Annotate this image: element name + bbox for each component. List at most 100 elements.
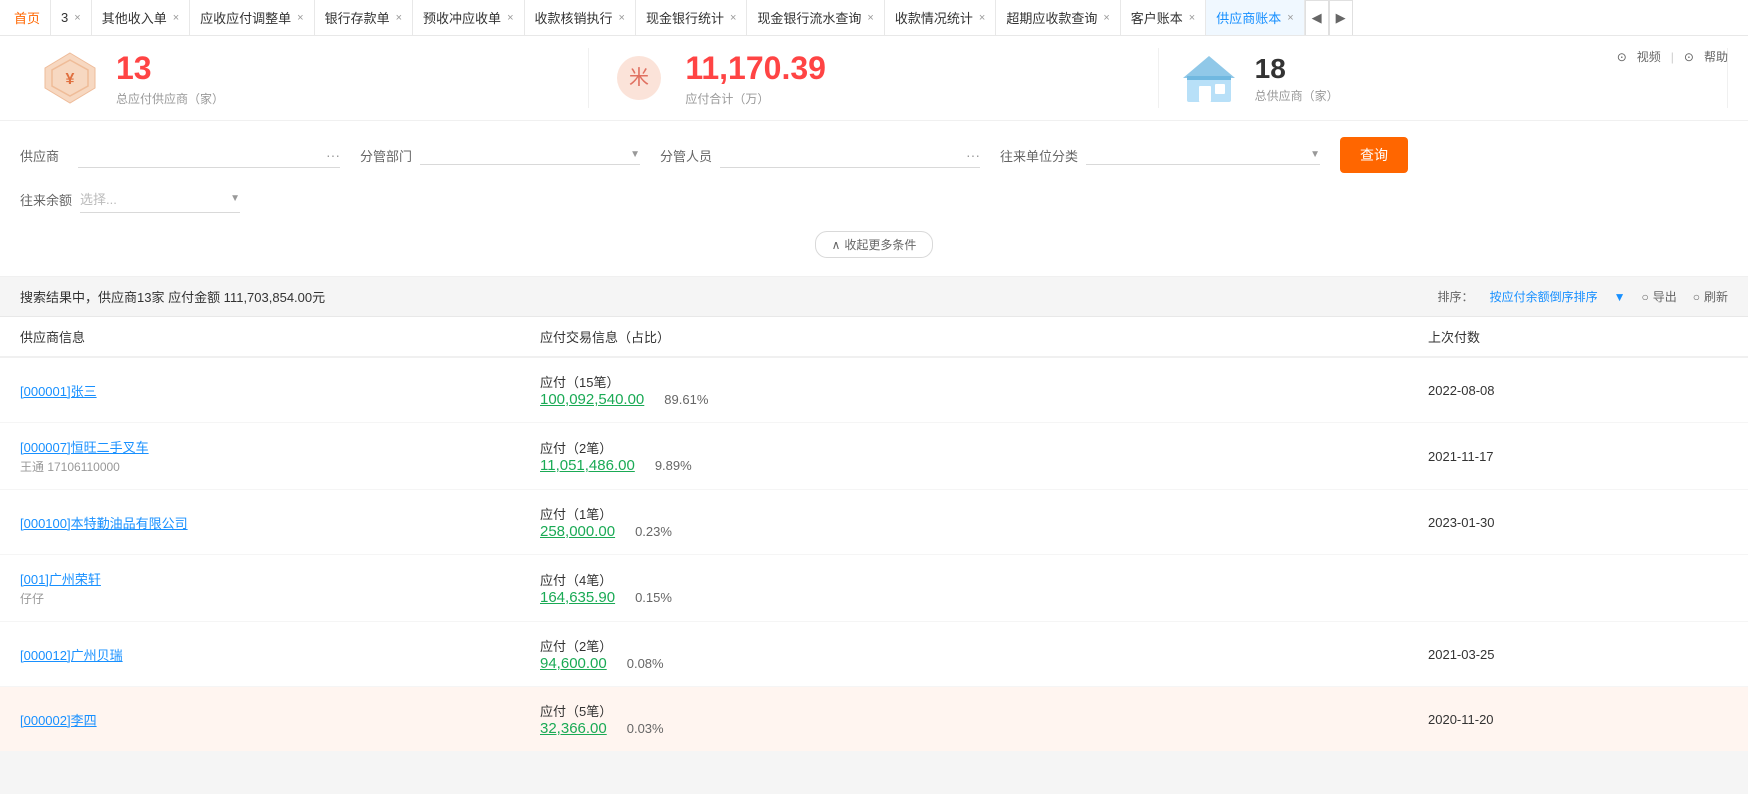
total-suppliers-count: 18: [1255, 52, 1339, 86]
nav-tab-collection-label: 收款核销执行: [535, 8, 613, 27]
dept-label: 分管部门: [360, 146, 412, 165]
unit-class-select[interactable]: ▼: [1086, 145, 1320, 165]
nav-tab-supplier-ledger-close[interactable]: ×: [1287, 12, 1293, 24]
nav-tab-ar-adjustment[interactable]: 应收应付调整单 ×: [190, 0, 314, 36]
person-input[interactable]: [720, 147, 966, 162]
nav-tab-customer-ledger-label: 客户账本: [1131, 8, 1183, 27]
table-row: [000012]广州贝瑞 应付（2笔） 94,600.00 0.08% 2021…: [0, 622, 1748, 687]
nav-tab-other-income-close[interactable]: ×: [173, 12, 179, 24]
tx-amount-4[interactable]: 94,600.00: [540, 655, 607, 672]
person-dots[interactable]: ···: [966, 147, 980, 163]
tx-label-3: 应付（4笔）: [540, 570, 1428, 589]
tx-label-1: 应付（2笔）: [540, 438, 1428, 457]
supplier-link-2[interactable]: [000100]本特勤油品有限公司: [20, 513, 540, 532]
nav-tab-collection-stats[interactable]: 收款情况统计 ×: [885, 0, 996, 36]
person-label: 分管人员: [660, 146, 712, 165]
nav-tab-overdue-label: 超期应收款查询: [1006, 8, 1097, 27]
tx-amount-3[interactable]: 164,635.90: [540, 589, 615, 606]
col-supplier-header: 供应商信息: [20, 327, 540, 346]
balance-select[interactable]: 选择... ▼: [80, 185, 240, 213]
tx-percent-5: 0.03%: [627, 721, 664, 736]
nav-prev-arrow[interactable]: ◀: [1305, 0, 1329, 36]
nav-tab-customer-ledger[interactable]: 客户账本 ×: [1121, 0, 1206, 36]
data-table: 供应商信息 应付交易信息（占比） 上次付数 [000001]张三 应付（15笔）…: [0, 317, 1748, 752]
diamond-icon: ¥: [40, 48, 100, 108]
stat-payable-amount-text: 11,170.39 应付合计（万）: [685, 49, 826, 106]
nav-tab-cash-bank-stats[interactable]: 现金银行统计 ×: [636, 0, 747, 36]
nav-tab-home[interactable]: 首页: [4, 0, 51, 36]
nav-tab-3[interactable]: 3 ×: [51, 0, 92, 36]
nav-tab-collection-close[interactable]: ×: [619, 12, 625, 24]
lastpay-cell-5: 2020-11-20: [1428, 712, 1728, 727]
nav-tab-supplier-ledger-label: 供应商账本: [1216, 8, 1281, 27]
tx-percent-3: 0.15%: [635, 590, 672, 605]
sort-value[interactable]: 按应付余额倒序排序: [1490, 288, 1598, 305]
nav-next-arrow[interactable]: ▶: [1329, 0, 1353, 36]
supplier-link-0[interactable]: [000001]张三: [20, 381, 540, 400]
nav-tab-bank-deposit[interactable]: 银行存款单 ×: [315, 0, 413, 36]
supplier-link-4[interactable]: [000012]广州贝瑞: [20, 645, 540, 664]
svg-text:米: 米: [629, 66, 649, 89]
dept-dropdown-arrow: ▼: [630, 149, 640, 160]
supplier-input[interactable]: [78, 147, 326, 162]
sort-dropdown-arrow[interactable]: ▼: [1614, 290, 1626, 304]
table-row: [000100]本特勤油品有限公司 应付（1笔） 258,000.00 0.23…: [0, 490, 1748, 555]
nav-tab-ar-adjustment-label: 应收应付调整单: [200, 8, 291, 27]
search-area: 供应商 ··· 分管部门 ▼ 分管人员 ··· 往来单位分类: [0, 121, 1748, 277]
lastpay-cell-0: 2022-08-08: [1428, 383, 1728, 398]
nav-tab-3-close[interactable]: ×: [74, 12, 80, 24]
payable-amount-label: 应付合计（万）: [685, 90, 826, 107]
help-link[interactable]: 帮助: [1704, 48, 1728, 65]
video-icon: ⊙: [1617, 50, 1627, 64]
stat-payable-suppliers-text: 13 总应付供应商（家）: [116, 49, 224, 106]
nav-tab-bank-deposit-close[interactable]: ×: [396, 12, 402, 24]
supplier-cell-5: [000002]李四: [20, 710, 540, 729]
nav-tab-other-income[interactable]: 其他收入单 ×: [92, 0, 190, 36]
supplier-cell-3: [001]广州荣轩 仔仔: [20, 569, 540, 607]
supplier-link-5[interactable]: [000002]李四: [20, 710, 540, 729]
nav-tab-cash-flow[interactable]: 现金银行流水查询 ×: [747, 0, 884, 36]
dept-select[interactable]: ▼: [420, 145, 640, 165]
supplier-link-3[interactable]: [001]广州荣轩: [20, 569, 540, 588]
export-button[interactable]: ○ 导出: [1641, 288, 1676, 305]
search-row-2: 往来余额 选择... ▼: [20, 185, 1728, 213]
refresh-button[interactable]: ○ 刷新: [1693, 288, 1728, 305]
query-button[interactable]: 查询: [1340, 137, 1408, 173]
nav-tab-overdue-close[interactable]: ×: [1103, 12, 1109, 24]
nav-tab-ar-adjustment-close[interactable]: ×: [297, 12, 303, 24]
collapse-button[interactable]: ∧ 收起更多条件: [815, 231, 934, 258]
tx-amount-0[interactable]: 100,092,540.00: [540, 391, 644, 408]
store-icon: [1179, 48, 1239, 108]
supplier-link-1[interactable]: [000007]恒旺二手叉车: [20, 437, 540, 456]
export-label: 导出: [1653, 288, 1677, 305]
supplier-input-wrap: ···: [78, 143, 340, 168]
supplier-dots[interactable]: ···: [326, 147, 340, 163]
top-right-links: ⊙ 视频 | ⊙ 帮助: [1617, 48, 1728, 65]
nav-tab-collection[interactable]: 收款核销执行 ×: [525, 0, 636, 36]
tx-percent-2: 0.23%: [635, 524, 672, 539]
nav-tab-cash-bank-stats-close[interactable]: ×: [730, 12, 736, 24]
tx-amount-1[interactable]: 11,051,486.00: [540, 457, 635, 474]
tx-percent-0: 89.61%: [664, 392, 708, 407]
svg-text:¥: ¥: [66, 71, 75, 88]
refresh-label: 刷新: [1704, 288, 1728, 305]
tx-amount-5[interactable]: 32,366.00: [540, 720, 607, 737]
collapse-bar: ∧ 收起更多条件: [20, 225, 1728, 268]
nav-tab-cash-flow-close[interactable]: ×: [867, 12, 873, 24]
search-row-1: 供应商 ··· 分管部门 ▼ 分管人员 ··· 往来单位分类: [20, 137, 1728, 173]
nav-tab-collection-stats-close[interactable]: ×: [979, 12, 985, 24]
total-suppliers-label: 总供应商（家）: [1255, 87, 1339, 104]
payable-suppliers-count: 13: [116, 49, 224, 87]
nav-tab-prepaid-close[interactable]: ×: [507, 12, 513, 24]
person-input-wrap: ···: [720, 143, 980, 168]
nav-tab-supplier-ledger[interactable]: 供应商账本 ×: [1206, 0, 1304, 36]
refresh-icon: ○: [1693, 290, 1700, 304]
nav-tab-prepaid-label: 预收冲应收单: [423, 8, 501, 27]
nav-tab-customer-ledger-close[interactable]: ×: [1189, 12, 1195, 24]
nav-tab-prepaid[interactable]: 预收冲应收单 ×: [413, 0, 524, 36]
tx-amount-2[interactable]: 258,000.00: [540, 523, 615, 540]
balance-label: 往来余额: [20, 190, 72, 209]
video-link[interactable]: 视频: [1637, 48, 1661, 65]
collapse-icon: ∧: [832, 238, 841, 252]
nav-tab-overdue[interactable]: 超期应收款查询 ×: [996, 0, 1120, 36]
